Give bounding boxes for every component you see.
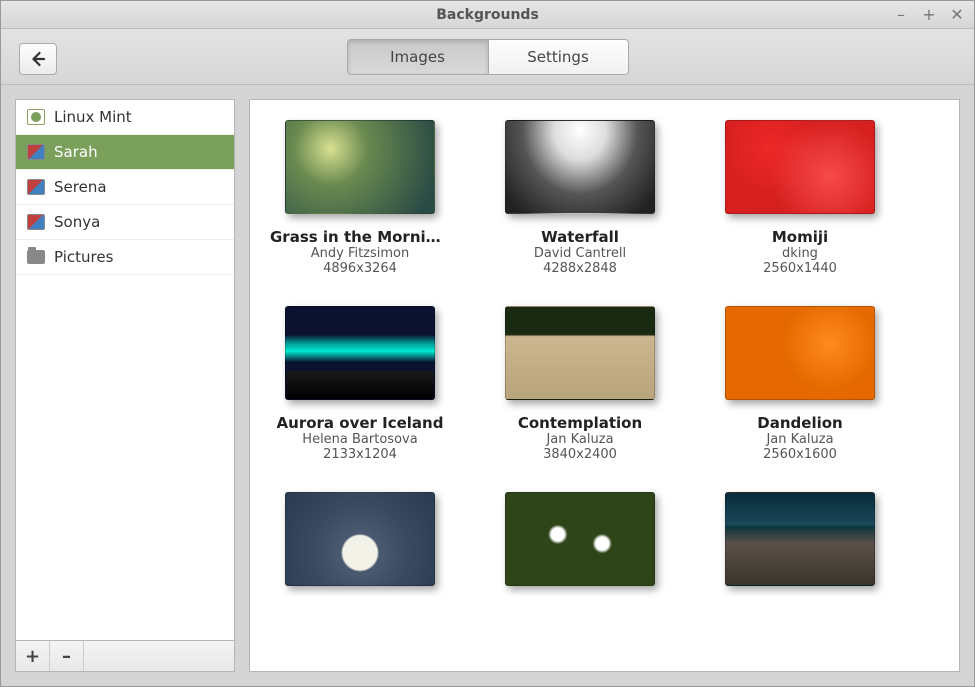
wallpaper-thumbnail bbox=[285, 306, 435, 400]
folder-icon bbox=[26, 248, 46, 266]
sidebar-footer: + – bbox=[16, 640, 234, 671]
wallpaper-author: Jan Kaluza bbox=[766, 432, 833, 447]
wallpaper-title: Waterfall bbox=[541, 228, 619, 246]
wallpaper-title: Aurora over Iceland bbox=[277, 414, 444, 432]
sidebar-item-serena[interactable]: Serena bbox=[16, 170, 234, 205]
wallpaper-dimensions: 2560x1440 bbox=[763, 261, 837, 276]
sidebar-item-label: Linux Mint bbox=[54, 108, 132, 126]
wallpaper-item[interactable]: Aurora over Iceland Helena Bartosova 213… bbox=[270, 306, 450, 462]
sidebar-item-linux-mint[interactable]: Linux Mint bbox=[16, 100, 234, 135]
wallpaper-thumbnail bbox=[505, 492, 655, 586]
wallpaper-dimensions: 2133x1204 bbox=[323, 447, 397, 462]
wallpaper-thumbnail bbox=[725, 306, 875, 400]
sidebar-item-label: Sonya bbox=[54, 213, 100, 231]
close-icon[interactable]: ✕ bbox=[948, 5, 966, 24]
backgrounds-window: Backgrounds – + ✕ Images Settings Linux … bbox=[0, 0, 975, 687]
wallpaper-title: Contemplation bbox=[518, 414, 642, 432]
add-folder-button[interactable]: + bbox=[16, 641, 50, 671]
folder-list: Linux Mint Sarah Serena Sonya Pictures bbox=[16, 100, 234, 640]
sidebar-item-label: Pictures bbox=[54, 248, 113, 266]
window-title: Backgrounds bbox=[436, 7, 539, 23]
tab-images[interactable]: Images bbox=[348, 40, 488, 74]
wallpaper-thumbnail bbox=[285, 120, 435, 214]
wallpaper-thumbnail bbox=[725, 492, 875, 586]
wallpaper-panel[interactable]: Grass in the Morning Dew Andy Fitzsimon … bbox=[249, 99, 960, 672]
back-arrow-icon bbox=[29, 50, 47, 68]
wallpaper-item[interactable] bbox=[490, 492, 670, 586]
sidebar-item-sarah[interactable]: Sarah bbox=[16, 135, 234, 170]
wallpaper-author: dking bbox=[782, 246, 818, 261]
wallpaper-author: David Cantrell bbox=[534, 246, 626, 261]
wallpaper-title: Momiji bbox=[772, 228, 828, 246]
wallpaper-item[interactable]: Dandelion Jan Kaluza 2560x1600 bbox=[710, 306, 890, 462]
tab-settings-label: Settings bbox=[527, 48, 589, 66]
back-button[interactable] bbox=[19, 43, 57, 75]
wallpaper-item[interactable] bbox=[270, 492, 450, 586]
sidebar-item-label: Sarah bbox=[54, 143, 98, 161]
maximize-icon[interactable]: + bbox=[920, 5, 938, 24]
wallpaper-author: Jan Kaluza bbox=[546, 432, 613, 447]
titlebar: Backgrounds – + ✕ bbox=[1, 1, 974, 29]
wallpaper-grid: Grass in the Morning Dew Andy Fitzsimon … bbox=[260, 120, 949, 586]
wallpaper-title: Grass in the Morning Dew bbox=[270, 228, 450, 246]
tab-settings[interactable]: Settings bbox=[488, 40, 628, 74]
wallpaper-thumbnail bbox=[505, 306, 655, 400]
wallpaper-item[interactable]: Waterfall David Cantrell 4288x2848 bbox=[490, 120, 670, 276]
sidebar-item-label: Serena bbox=[54, 178, 107, 196]
wallpaper-dimensions: 2560x1600 bbox=[763, 447, 837, 462]
wallpaper-dimensions: 4288x2848 bbox=[543, 261, 617, 276]
content: Linux Mint Sarah Serena Sonya Pictures bbox=[1, 85, 974, 686]
wallpaper-item[interactable]: Grass in the Morning Dew Andy Fitzsimon … bbox=[270, 120, 450, 276]
wallpaper-thumbnail bbox=[285, 492, 435, 586]
tab-images-label: Images bbox=[390, 48, 445, 66]
window-controls: – + ✕ bbox=[892, 5, 966, 24]
mint-icon bbox=[26, 108, 46, 126]
sidebar: Linux Mint Sarah Serena Sonya Pictures bbox=[15, 99, 235, 672]
wallpaper-author: Helena Bartosova bbox=[302, 432, 417, 447]
sidebar-item-pictures[interactable]: Pictures bbox=[16, 240, 234, 275]
photo-icon bbox=[26, 178, 46, 196]
wallpaper-item[interactable]: Contemplation Jan Kaluza 3840x2400 bbox=[490, 306, 670, 462]
sidebar-item-sonya[interactable]: Sonya bbox=[16, 205, 234, 240]
wallpaper-title: Dandelion bbox=[757, 414, 842, 432]
wallpaper-author: Andy Fitzsimon bbox=[311, 246, 410, 261]
tab-group: Images Settings bbox=[347, 39, 629, 75]
photo-icon bbox=[26, 213, 46, 231]
wallpaper-item[interactable] bbox=[710, 492, 890, 586]
wallpaper-thumbnail bbox=[725, 120, 875, 214]
minimize-icon[interactable]: – bbox=[892, 5, 910, 24]
remove-folder-button[interactable]: – bbox=[50, 641, 84, 671]
wallpaper-item[interactable]: Momiji dking 2560x1440 bbox=[710, 120, 890, 276]
wallpaper-dimensions: 4896x3264 bbox=[323, 261, 397, 276]
wallpaper-dimensions: 3840x2400 bbox=[543, 447, 617, 462]
photo-icon bbox=[26, 143, 46, 161]
toolbar: Images Settings bbox=[1, 29, 974, 85]
wallpaper-thumbnail bbox=[505, 120, 655, 214]
